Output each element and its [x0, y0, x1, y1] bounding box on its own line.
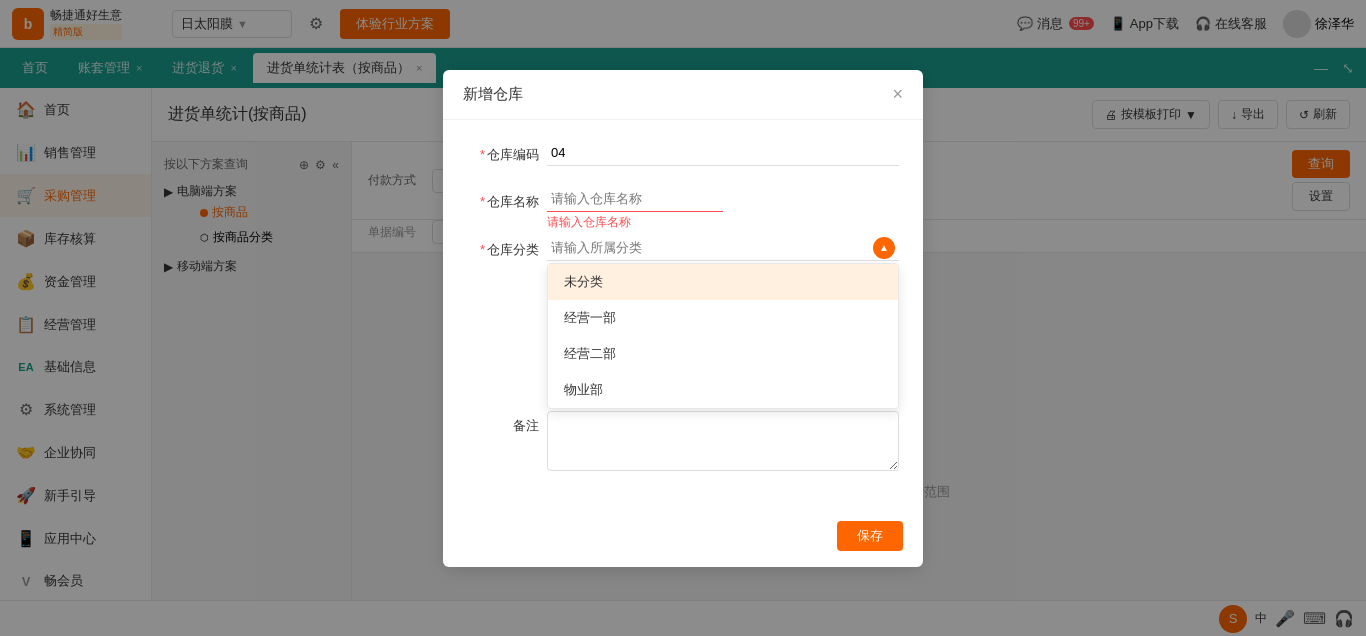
dropdown-item-unclassified[interactable]: 未分类 — [548, 264, 898, 300]
notes-input[interactable] — [547, 411, 899, 471]
modal-overlay[interactable]: 新增仓库 × *仓库编码 *仓库名称 请输入仓 — [0, 0, 1366, 636]
name-error-msg: 请输入仓库名称 — [547, 214, 631, 231]
form-row-name-inner: *仓库名称 — [467, 186, 723, 212]
save-button[interactable]: 保存 — [837, 521, 903, 551]
name-input[interactable] — [547, 186, 723, 212]
dialog-footer: 保存 — [443, 511, 923, 567]
form-row-code: *仓库编码 — [467, 140, 899, 166]
new-warehouse-dialog: 新增仓库 × *仓库编码 *仓库名称 请输入仓 — [443, 70, 923, 567]
category-input-wrap: ▲ 未分类 经营一部 经营二部 物业部 — [547, 235, 899, 261]
dropdown-item-dept1[interactable]: 经营一部 — [548, 300, 898, 336]
code-input[interactable] — [547, 140, 899, 166]
name-label: *仓库名称 — [467, 187, 547, 211]
dialog-header: 新增仓库 × — [443, 70, 923, 120]
dropdown-item-dept2[interactable]: 经营二部 — [548, 336, 898, 372]
name-error-area: 请输入仓库名称 — [467, 212, 631, 231]
notes-label: 备注 — [467, 411, 547, 435]
form-row-category: *仓库分类 ▲ 未分类 经营一部 经营二部 物业部 — [467, 235, 899, 261]
code-label: *仓库编码 — [467, 140, 547, 164]
dialog-title: 新增仓库 — [463, 85, 523, 104]
form-row-name: *仓库名称 请输入仓库名称 — [467, 186, 899, 231]
dropdown-item-dept3[interactable]: 物业部 — [548, 372, 898, 408]
category-input[interactable] — [547, 235, 899, 261]
dialog-close-button[interactable]: × — [892, 84, 903, 105]
form-row-notes: 备注 — [467, 411, 899, 471]
dialog-body: *仓库编码 *仓库名称 请输入仓库名称 *仓库分类 — [443, 120, 923, 511]
category-label: *仓库分类 — [467, 235, 547, 259]
category-chevron-icon[interactable]: ▲ — [873, 237, 895, 259]
category-dropdown: 未分类 经营一部 经营二部 物业部 — [547, 263, 899, 409]
